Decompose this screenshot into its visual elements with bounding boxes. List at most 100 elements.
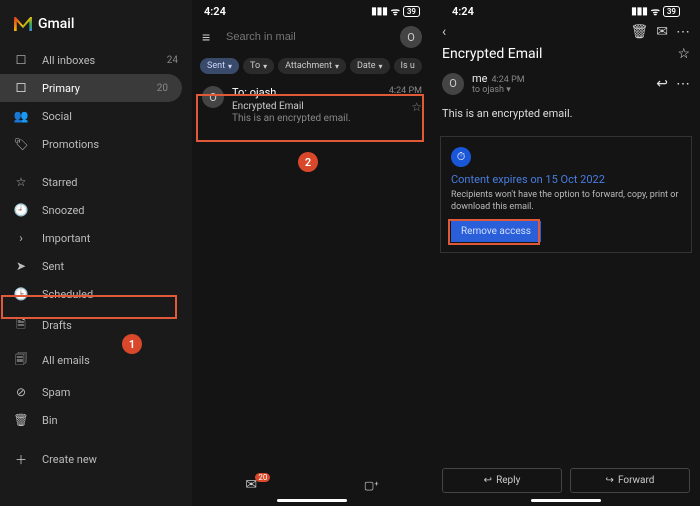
detail-toolbar: ‹ 🗑 ✉ ⋯ xyxy=(440,20,692,44)
signal-icon: ▮▮▮ xyxy=(631,6,648,17)
forward-button[interactable]: ↪Forward xyxy=(570,468,690,493)
star-icon: ☆ xyxy=(14,175,28,189)
search-input[interactable] xyxy=(224,27,394,47)
sidebar-item-create-new[interactable]: ＋ Create new xyxy=(0,444,192,475)
wifi-icon: ᯤ xyxy=(651,4,660,18)
mail-tab[interactable]: ✉ 20 xyxy=(245,477,257,493)
sidebar-item-all-emails[interactable]: 🗐 All emails xyxy=(0,343,192,378)
message-to: To: ojash xyxy=(232,86,381,99)
chevron-down-icon: ▾ xyxy=(263,62,267,71)
inbox-icon: ☐ xyxy=(14,81,28,95)
gmail-logo: Gmail xyxy=(0,8,192,46)
trash-icon: 🗑 xyxy=(14,413,28,427)
message-detail-panel: 4:24 ▮▮▮ ᯤ 39 ‹ 🗑 ✉ ⋯ Encrypted Email ☆ … xyxy=(432,0,700,506)
sidebar-item-promotions[interactable]: 🏷 Promotions xyxy=(0,130,192,158)
sidebar-item-label: Snoozed xyxy=(42,204,84,217)
bottom-nav: ✉ 20 ▢⁺ xyxy=(192,471,432,497)
reply-button[interactable]: ↩Reply xyxy=(442,468,562,493)
chevron-down-icon: ▾ xyxy=(379,62,383,71)
more-icon[interactable]: ⋯ xyxy=(676,24,690,40)
tag-icon: 🏷 xyxy=(14,137,28,151)
status-time: 4:24 xyxy=(452,5,474,18)
sidebar-item-primary[interactable]: ☐ Primary 20 xyxy=(0,74,182,102)
sidebar-item-spam[interactable]: ⊘ Spam xyxy=(0,378,192,406)
sidebar-item-label: All inboxes xyxy=(42,54,95,67)
sidebar-item-label: Spam xyxy=(42,386,70,399)
sender-avatar: O xyxy=(442,73,464,95)
expire-description: Recipients won't have the option to forw… xyxy=(451,190,681,213)
sender-time: 4:24 PM xyxy=(491,75,524,85)
sidebar-item-important[interactable]: › Important xyxy=(0,224,192,252)
sidebar-item-label: Starred xyxy=(42,176,78,189)
sidebar-item-label: Sent xyxy=(42,260,64,273)
sender-name: me xyxy=(472,72,487,85)
sender-to: to ojash xyxy=(472,85,504,95)
reply-icon: ↩ xyxy=(484,475,492,486)
annotation-number-2: 2 xyxy=(298,152,318,172)
confidential-box: ⏱ Content expires on 15 Oct 2022 Recipie… xyxy=(440,136,692,253)
delete-icon[interactable]: 🗑 xyxy=(630,24,648,40)
reply-actions: ↩Reply ↪Forward xyxy=(440,460,692,497)
message-list-panel: 4:24 ▮▮▮ ᯤ 39 ≡ O Sent▾ To▾ Attachment▾ … xyxy=(192,0,432,506)
meet-tab[interactable]: ▢⁺ xyxy=(364,479,379,492)
filter-chips: Sent▾ To▾ Attachment▾ Date▾ Is u xyxy=(192,54,432,78)
schedule-icon: 🕒 xyxy=(14,287,28,301)
sidebar-item-scheduled[interactable]: 🕒 Scheduled xyxy=(0,280,192,308)
clock-icon: 🕘 xyxy=(14,203,28,217)
sidebar-item-count: 24 xyxy=(167,55,178,66)
forward-icon: ↪ xyxy=(606,475,614,486)
chevron-down-icon: ▾ xyxy=(335,62,339,71)
sidebar-item-all-inboxes[interactable]: ☐ All inboxes 24 xyxy=(0,46,192,74)
reply-icon[interactable]: ↩ xyxy=(656,76,668,92)
back-icon[interactable]: ‹ xyxy=(442,24,446,40)
expire-title: Content expires on 15 Oct 2022 xyxy=(451,173,681,186)
people-icon: 👥 xyxy=(14,109,28,123)
sidebar: Gmail ☐ All inboxes 24 ☐ Primary 20 👥 So… xyxy=(0,0,192,506)
inbox-badge: 20 xyxy=(255,473,270,482)
sender-row[interactable]: O me 4:24 PM to ojash ▾ ↩ ⋯ xyxy=(440,70,692,97)
detail-body: This is an encrypted email. xyxy=(440,97,692,130)
signal-icon: ▮▮▮ xyxy=(371,6,388,17)
multi-inbox-icon: ☐ xyxy=(14,53,28,67)
more-icon[interactable]: ⋯ xyxy=(676,76,690,92)
chip-attachment[interactable]: Attachment▾ xyxy=(278,58,346,74)
sidebar-item-label: Scheduled xyxy=(42,288,93,301)
sidebar-item-social[interactable]: 👥 Social xyxy=(0,102,192,130)
draft-icon: 🗎 xyxy=(14,315,28,336)
sidebar-item-sent[interactable]: ➤ Sent xyxy=(0,252,192,280)
sidebar-item-label: Social xyxy=(42,110,72,123)
chip-to[interactable]: To▾ xyxy=(243,58,274,74)
sidebar-item-label: Bin xyxy=(42,414,58,427)
chip-isunread[interactable]: Is u xyxy=(394,58,422,74)
status-time: 4:24 xyxy=(204,5,226,18)
sidebar-item-starred[interactable]: ☆ Starred xyxy=(0,168,192,196)
sidebar-item-count: 20 xyxy=(157,83,168,94)
sidebar-item-drafts[interactable]: 🗎 Drafts xyxy=(0,308,192,343)
message-snippet: This is an encrypted email. xyxy=(232,113,381,124)
sidebar-item-label: All emails xyxy=(42,354,90,367)
star-icon[interactable]: ☆ xyxy=(677,46,690,62)
sidebar-item-label: Important xyxy=(42,232,90,245)
sidebar-item-label: Drafts xyxy=(42,319,72,332)
battery-indicator: 39 xyxy=(403,6,420,17)
sidebar-item-label: Promotions xyxy=(42,138,99,151)
hamburger-icon[interactable]: ≡ xyxy=(202,29,218,46)
remove-access-button[interactable]: Remove access xyxy=(451,221,541,242)
mail-icon[interactable]: ✉ xyxy=(656,24,668,40)
chevron-down-icon: ▾ xyxy=(228,62,232,71)
avatar[interactable]: O xyxy=(400,26,422,48)
battery-indicator: 39 xyxy=(663,6,680,17)
star-icon[interactable]: ☆ xyxy=(389,100,422,114)
detail-title: Encrypted Email xyxy=(442,46,677,62)
sidebar-item-bin[interactable]: 🗑 Bin xyxy=(0,406,192,434)
gmail-logo-text: Gmail xyxy=(38,16,74,32)
important-icon: › xyxy=(14,231,28,245)
stack-icon: 🗐 xyxy=(14,350,28,371)
message-row[interactable]: O To: ojash Encrypted Email This is an e… xyxy=(192,78,432,132)
chip-sent[interactable]: Sent▾ xyxy=(200,58,239,74)
chip-date[interactable]: Date▾ xyxy=(350,58,390,74)
sidebar-item-snoozed[interactable]: 🕘 Snoozed xyxy=(0,196,192,224)
search-row: ≡ O xyxy=(192,20,432,54)
chevron-down-icon[interactable]: ▾ xyxy=(506,85,511,95)
message-time: 4:24 PM xyxy=(389,86,422,96)
